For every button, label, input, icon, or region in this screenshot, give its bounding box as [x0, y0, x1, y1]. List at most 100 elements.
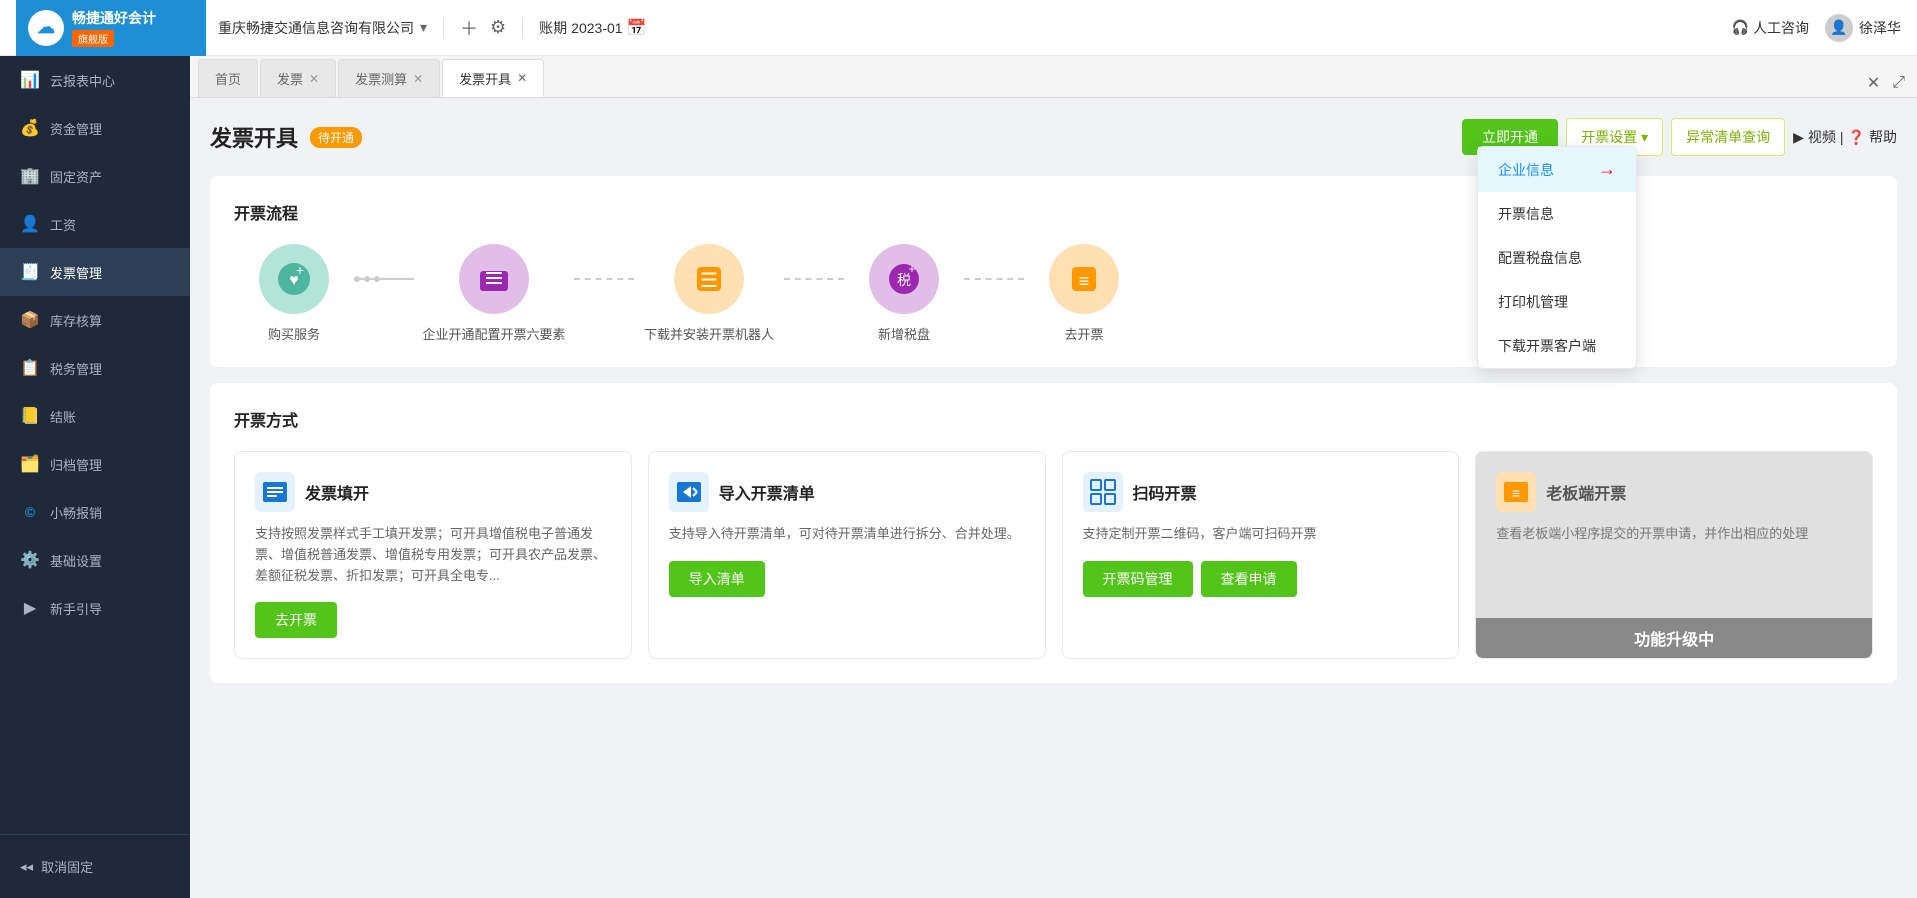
scan-btn1[interactable]: 开票码管理 [1083, 561, 1193, 597]
tab-fapiao-close[interactable]: ✕ [309, 72, 319, 86]
sidebar-item-gudingzichan[interactable]: 🏢 固定资产 [0, 152, 190, 200]
flow-step-4: 税+ 新增税盘 [844, 244, 964, 343]
step1-icon: ♥+ [259, 244, 329, 314]
content-area: 首页 发票 ✕ 发票测算 ✕ 发票开具 ✕ ✕ ⤢ [190, 56, 1917, 898]
sidebar-label-jichu: 基础设置 [50, 551, 102, 570]
red-arrow-icon: → [1598, 159, 1616, 180]
dropdown-item-company-info[interactable]: 企业信息 → [1478, 147, 1636, 192]
method-card-scan: 扫码开票 支持定制开票二维码，客户端可扫码开票 开票码管理 查看申请 [1062, 451, 1460, 659]
sidebar-item-gongzi[interactable]: 👤 工资 [0, 200, 190, 248]
sidebar-item-jiezhang[interactable]: 📒 结账 [0, 392, 190, 440]
gudingzichan-icon: 🏢 [20, 166, 40, 186]
divider-1 [443, 18, 444, 38]
video-button[interactable]: ▶ 视频 | ❓ 帮助 [1793, 127, 1897, 147]
sidebar-item-xiaochang[interactable]: © 小畅报销 [0, 488, 190, 536]
sep: | [1840, 129, 1844, 145]
company-dropdown-arrow: ▾ [420, 19, 427, 36]
step5-label: 去开票 [1064, 324, 1103, 343]
dropdown-item-download[interactable]: 下载开票客户端 [1478, 324, 1636, 368]
sidebar-label-guidang: 归档管理 [50, 455, 102, 474]
dropdown-item-taxdisk[interactable]: 配置税盘信息 [1478, 236, 1636, 280]
scan-buttons: 开票码管理 查看申请 [1083, 561, 1439, 597]
tab-kaiju-label: 发票开具 [459, 69, 511, 88]
period-value: 2023-01 [571, 20, 622, 36]
settings-button[interactable]: ⚙ [490, 17, 506, 38]
svg-text:☰: ☰ [700, 270, 718, 292]
tab-kaiju[interactable]: 发票开具 ✕ [442, 59, 544, 97]
step5-icon: ≡ [1049, 244, 1119, 314]
method-card-fill: 发票填开 支持按照发票样式手工填开发票；可开具增值税电子普通发票、增值税普通发票… [234, 451, 632, 659]
sidebar-label-zijin: 资金管理 [50, 119, 102, 138]
sidebar-label-xinshou: 新手引导 [50, 599, 102, 618]
tab-cesuan-close[interactable]: ✕ [413, 72, 423, 86]
fill-btn[interactable]: 去开票 [255, 602, 337, 638]
tab-cesuan[interactable]: 发票测算 ✕ [338, 59, 440, 97]
settings-label: 开票设置 [1581, 127, 1637, 147]
user-name: 徐泽华 [1859, 18, 1901, 38]
user-info[interactable]: 👤 徐泽华 [1825, 14, 1901, 42]
period-text: 账期 [539, 18, 567, 38]
sidebar-item-jichu[interactable]: ⚙️ 基础设置 [0, 536, 190, 584]
sidebar-item-xinshou[interactable]: ▶ 新手引导 [0, 584, 190, 632]
flow-step-3: ☰ 下载并安装开票机器人 [634, 244, 784, 343]
tab-kaiju-close[interactable]: ✕ [517, 71, 527, 85]
add-company-button[interactable]: ＋ [460, 15, 478, 41]
consult-button[interactable]: 🎧 人工咨询 [1732, 18, 1809, 38]
help-icon: ❓ [1848, 129, 1865, 146]
sidebar-cancel-pin[interactable]: ◂◂ 取消固定 [0, 845, 190, 888]
calendar-icon[interactable]: 📅 [627, 18, 647, 38]
boss-desc: 查看老板端小程序提交的开票申请，并作出相应的处理 [1496, 524, 1852, 545]
logo-badge: 旗舰版 [72, 30, 114, 47]
tab-home[interactable]: 首页 [198, 59, 258, 97]
sidebar: 📊 云报表中心 💰 资金管理 🏢 固定资产 👤 工资 🧾 发票管理 📦 [0, 56, 190, 898]
sidebar-item-fapiao[interactable]: 🧾 发票管理 [0, 248, 190, 296]
connector-4 [964, 278, 1024, 280]
company-info-label: 企业信息 [1498, 160, 1554, 180]
dropdown-menu: 企业信息 → 开票信息 配置税盘信息 打印机管理 下载开票客户端 [1477, 146, 1637, 369]
method-card-import: 导入开票清单 支持导入待开票清单，可对待开票清单进行拆分、合并处理。 导入清单 [648, 451, 1046, 659]
headphone-icon: 🎧 [1732, 19, 1749, 36]
connector-2 [574, 278, 634, 280]
page-title: 发票开具 [210, 121, 298, 153]
method-card-boss: ≡ 老板端开票 查看老板端小程序提交的开票申请，并作出相应的处理 功能升级中 [1475, 451, 1873, 659]
sidebar-label-shuiwu: 税务管理 [50, 359, 102, 378]
step2-label: 企业开通配置开票六要素 [422, 324, 565, 343]
dropdown-item-invoice-info[interactable]: 开票信息 [1478, 192, 1636, 236]
company-selector[interactable]: 重庆畅捷交通信息咨询有限公司 ▾ [218, 18, 427, 38]
scan-header: 扫码开票 [1083, 472, 1439, 512]
top-right: 🎧 人工咨询 👤 徐泽华 [1732, 14, 1901, 42]
sidebar-item-yunbao[interactable]: 📊 云报表中心 [0, 56, 190, 104]
scan-icon [1083, 472, 1123, 512]
divider-2 [522, 18, 523, 38]
step1-label: 购买服务 [268, 324, 320, 343]
fill-icon [255, 472, 295, 512]
logo-title: 畅捷通好会计 [72, 8, 156, 28]
scan-btn2[interactable]: 查看申请 [1201, 561, 1297, 597]
fill-title: 发票填开 [305, 480, 369, 504]
tab-close-button[interactable]: ✕ [1863, 69, 1884, 97]
fapiao-icon: 🧾 [20, 262, 40, 282]
sidebar-item-guidang[interactable]: 🗂️ 归档管理 [0, 440, 190, 488]
abnormal-button[interactable]: 异常清单查询 [1671, 118, 1785, 156]
kucun-icon: 📦 [20, 310, 40, 330]
import-desc: 支持导入待开票清单，可对待开票清单进行拆分、合并处理。 [669, 524, 1025, 545]
tabs-bar: 首页 发票 ✕ 发票测算 ✕ 发票开具 ✕ ✕ ⤢ [190, 56, 1917, 98]
sidebar-item-kucun[interactable]: 📦 库存核算 [0, 296, 190, 344]
dropdown-item-printer[interactable]: 打印机管理 [1478, 280, 1636, 324]
app-container: ☁ 畅捷通好会计 旗舰版 重庆畅捷交通信息咨询有限公司 ▾ ＋ ⚙ 账期 202… [0, 0, 1917, 898]
tab-fapiao[interactable]: 发票 ✕ [260, 59, 336, 97]
logo-icon: ☁ [28, 10, 64, 46]
top-bar: ☁ 畅捷通好会计 旗舰版 重庆畅捷交通信息咨询有限公司 ▾ ＋ ⚙ 账期 202… [0, 0, 1917, 56]
import-title: 导入开票清单 [719, 480, 815, 504]
jichu-icon: ⚙️ [20, 550, 40, 570]
sidebar-item-shuiwu[interactable]: 📋 税务管理 [0, 344, 190, 392]
tab-expand-button[interactable]: ⤢ [1888, 70, 1909, 96]
page-content: 发票开具 待开通 立即开通 开票设置 ▾ 异常清单查询 ▶ 视频 | [190, 98, 1917, 898]
step4-label: 新增税盘 [878, 324, 930, 343]
printer-label: 打印机管理 [1498, 294, 1568, 310]
xiaochang-icon: © [20, 502, 40, 522]
help-label: 帮助 [1869, 127, 1897, 147]
import-btn[interactable]: 导入清单 [669, 561, 765, 597]
sidebar-item-zijin[interactable]: 💰 资金管理 [0, 104, 190, 152]
main-area: 📊 云报表中心 💰 资金管理 🏢 固定资产 👤 工资 🧾 发票管理 📦 [0, 56, 1917, 898]
